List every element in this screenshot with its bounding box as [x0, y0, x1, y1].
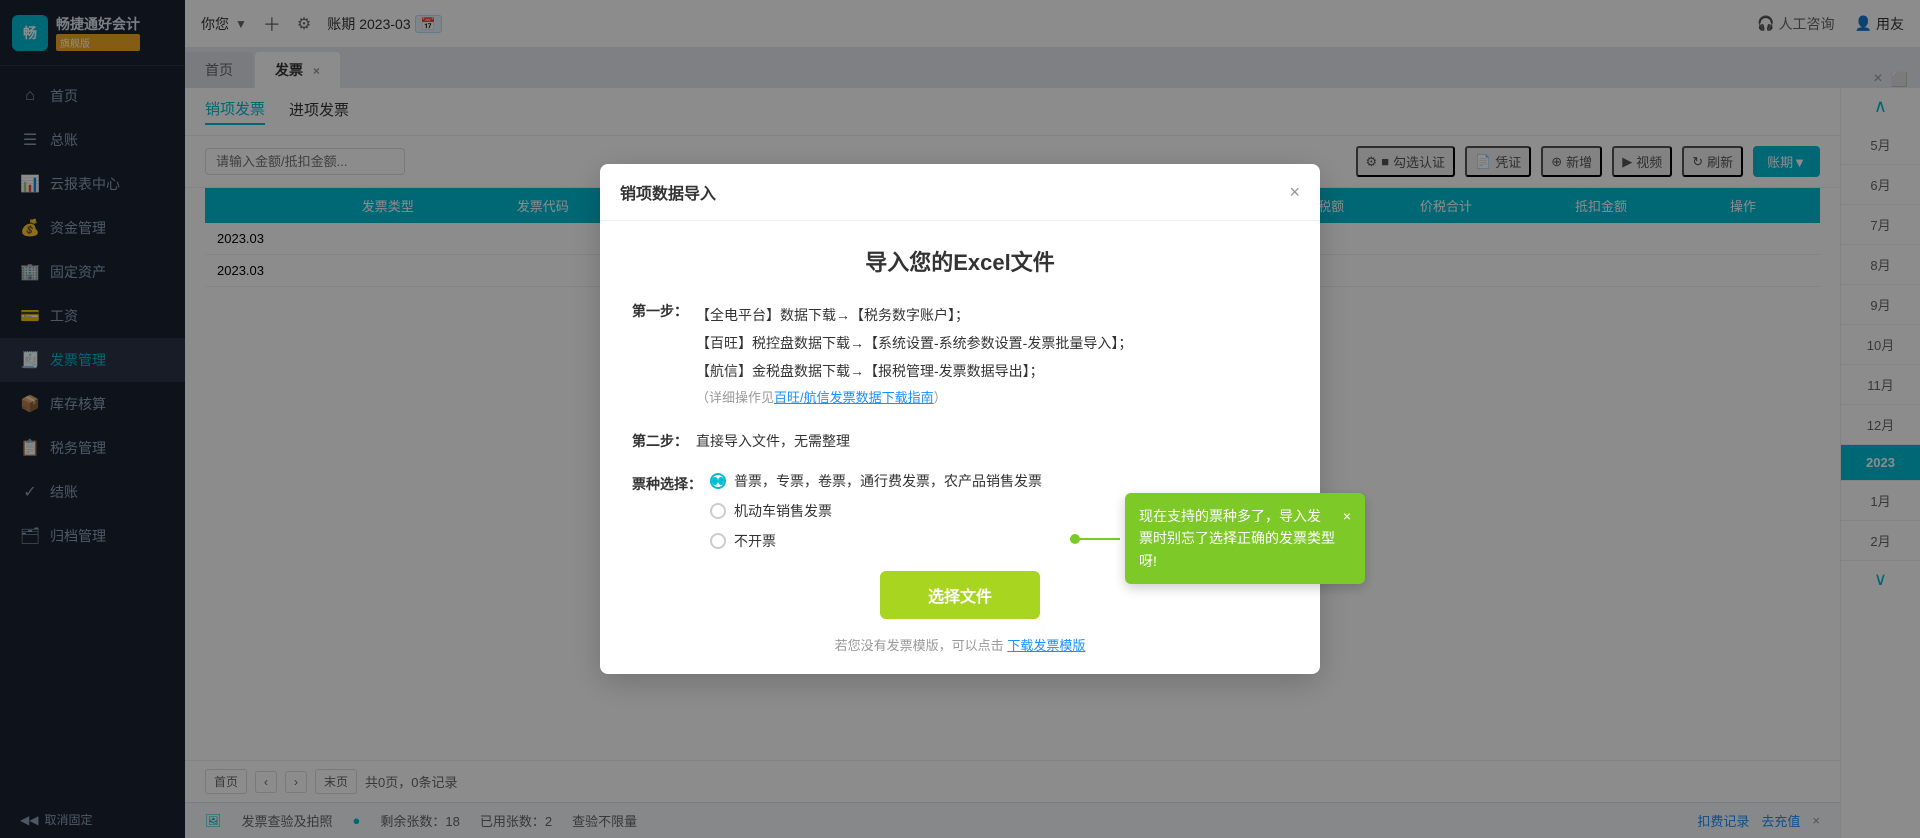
guide-link[interactable]: 百旺/航信发票数据下载指南 — [774, 390, 934, 405]
step1-hint: （详细操作见百旺/航信发票数据下载指南） — [696, 385, 1132, 411]
radio-general[interactable]: 普票，专票，卷票，通行费发票，农产品销售发票 — [710, 471, 1042, 491]
import-modal: 销项数据导入 × 导入您的Excel文件 第一步： 【全电平台】数据下载→【税务… — [600, 164, 1320, 674]
modal-body: 导入您的Excel文件 第一步： 【全电平台】数据下载→【税务数字账户】； 【百… — [600, 221, 1320, 674]
radio-general-circle — [710, 473, 726, 489]
radio-motor[interactable]: 机动车销售发票 × 现在支持的票种多了，导入发票时别忘了选择正确的发票类型呀! — [710, 501, 1042, 521]
radio-no-invoice[interactable]: 不开票 — [710, 531, 1042, 551]
radio-options: 普票，专票，卷票，通行费发票，农产品销售发票 机动车销售发票 × — [710, 471, 1042, 551]
ticket-label: 票种选择： — [632, 474, 702, 494]
template-hint: 若您没有发票模版，可以点击 下载发票模版 — [632, 635, 1288, 654]
modal-header: 销项数据导入 × — [600, 164, 1320, 221]
modal-title: 销项数据导入 — [620, 180, 716, 204]
import-title: 导入您的Excel文件 — [632, 245, 1288, 277]
download-template-link[interactable]: 下载发票模版 — [1007, 638, 1085, 653]
step2: 第二步： 直接导入文件，无需整理 — [632, 431, 1288, 451]
step1-content: 【全电平台】数据下载→【税务数字账户】； 【百旺】税控盘数据下载→【系统设置-系… — [696, 301, 1132, 411]
radio-motor-circle — [710, 503, 726, 519]
tooltip-bubble: × 现在支持的票种多了，导入发票时别忘了选择正确的发票类型呀! — [1125, 493, 1365, 584]
radio-no-invoice-circle — [710, 533, 726, 549]
tooltip-line — [1070, 538, 1120, 540]
select-file-button[interactable]: 选择文件 — [880, 571, 1040, 619]
ticket-select-row: 票种选择： 普票，专票，卷票，通行费发票，农产品销售发票 机动车销售发票 — [632, 471, 1288, 551]
modal-overlay: 销项数据导入 × 导入您的Excel文件 第一步： 【全电平台】数据下载→【税务… — [0, 0, 1920, 838]
tooltip-close-button[interactable]: × — [1343, 505, 1351, 527]
step2-content: 直接导入文件，无需整理 — [696, 431, 850, 451]
modal-close-button[interactable]: × — [1289, 182, 1300, 203]
tooltip-container: × 现在支持的票种多了，导入发票时别忘了选择正确的发票类型呀! — [1070, 493, 1365, 584]
step2-label: 第二步： — [632, 431, 688, 451]
step1-label: 第一步： — [632, 301, 688, 321]
step1: 第一步： 【全电平台】数据下载→【税务数字账户】； 【百旺】税控盘数据下载→【系… — [632, 301, 1288, 411]
